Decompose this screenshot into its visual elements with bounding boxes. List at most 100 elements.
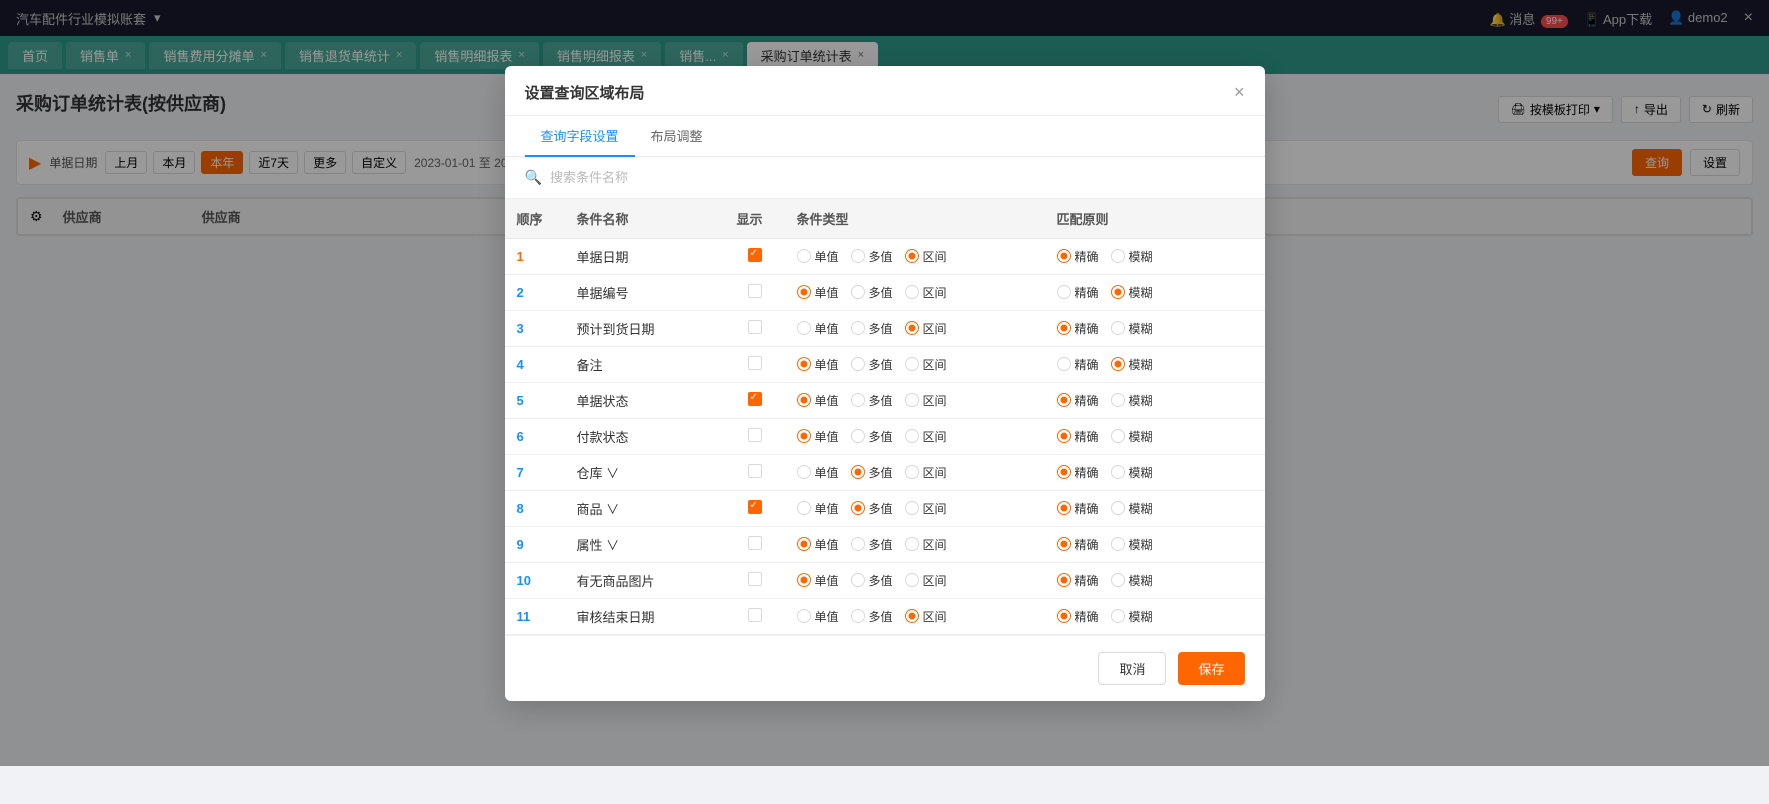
row-display-1[interactable]: [725, 274, 785, 310]
radio-match-模糊-9[interactable]: [1111, 573, 1125, 587]
radio-match-模糊-0[interactable]: [1111, 249, 1125, 263]
radio-type-多值-4[interactable]: [851, 393, 865, 407]
radio-type-单值-3[interactable]: [797, 357, 811, 371]
radio-type-区间-4[interactable]: [905, 393, 919, 407]
row-display-3[interactable]: [725, 346, 785, 382]
radio-type-单值-0[interactable]: [797, 249, 811, 263]
checkbox-1[interactable]: [748, 284, 762, 298]
radio-match-模糊-8[interactable]: [1111, 537, 1125, 551]
radio-type-区间-8[interactable]: [905, 537, 919, 551]
radio-match-模糊-5[interactable]: [1111, 429, 1125, 443]
condition-search-input[interactable]: [550, 170, 1245, 185]
table-row: 1单据日期单值多值区间精确模糊: [505, 238, 1265, 274]
radio-type-多值-8[interactable]: [851, 537, 865, 551]
radio-type-多值-1[interactable]: [851, 285, 865, 299]
dialog-close-btn[interactable]: ×: [1234, 82, 1245, 103]
checkbox-3[interactable]: [748, 356, 762, 370]
radio-type-多值-7[interactable]: [851, 501, 865, 515]
dialog-title: 设置查询区域布局: [525, 82, 645, 103]
radio-match-模糊-4[interactable]: [1111, 393, 1125, 407]
row-display-7[interactable]: [725, 490, 785, 526]
checkbox-5[interactable]: [748, 428, 762, 442]
radio-type-单值-9[interactable]: [797, 573, 811, 587]
save-btn[interactable]: 保存: [1178, 652, 1244, 685]
tab-query-fields[interactable]: 查询字段设置: [525, 116, 635, 157]
radio-type-区间-10[interactable]: [905, 609, 919, 623]
dialog-tab-bar: 查询字段设置 布局调整: [505, 116, 1265, 157]
radio-type-多值-2[interactable]: [851, 321, 865, 335]
radio-type-单值-8[interactable]: [797, 537, 811, 551]
row-type-1: 单值多值区间: [785, 274, 1045, 310]
radio-type-单值-5[interactable]: [797, 429, 811, 443]
row-display-2[interactable]: [725, 310, 785, 346]
checkbox-9[interactable]: [748, 572, 762, 586]
col-display: 显示: [725, 199, 785, 239]
radio-type-多值-9[interactable]: [851, 573, 865, 587]
row-match-2: 精确模糊: [1045, 310, 1265, 346]
row-display-10[interactable]: [725, 598, 785, 634]
table-row: 3预计到货日期单值多值区间精确模糊: [505, 310, 1265, 346]
row-display-8[interactable]: [725, 526, 785, 562]
row-match-7: 精确模糊: [1045, 490, 1265, 526]
radio-type-单值-10[interactable]: [797, 609, 811, 623]
radio-match-精确-4[interactable]: [1057, 393, 1071, 407]
table-row: 10有无商品图片单值多值区间精确模糊: [505, 562, 1265, 598]
row-name-2: 预计到货日期: [565, 310, 725, 346]
row-display-5[interactable]: [725, 418, 785, 454]
checkbox-2[interactable]: [748, 320, 762, 334]
row-match-4: 精确模糊: [1045, 382, 1265, 418]
radio-match-精确-0[interactable]: [1057, 249, 1071, 263]
radio-match-精确-10[interactable]: [1057, 609, 1071, 623]
radio-type-单值-1[interactable]: [797, 285, 811, 299]
radio-match-模糊-7[interactable]: [1111, 501, 1125, 515]
row-seq-2: 3: [517, 321, 524, 336]
radio-type-区间-6[interactable]: [905, 465, 919, 479]
radio-type-区间-3[interactable]: [905, 357, 919, 371]
radio-match-精确-6[interactable]: [1057, 465, 1071, 479]
radio-match-模糊-10[interactable]: [1111, 609, 1125, 623]
checkbox-6[interactable]: [748, 464, 762, 478]
radio-type-单值-4[interactable]: [797, 393, 811, 407]
radio-type-多值-5[interactable]: [851, 429, 865, 443]
radio-type-区间-0[interactable]: [905, 249, 919, 263]
row-match-3: 精确模糊: [1045, 346, 1265, 382]
radio-type-区间-9[interactable]: [905, 573, 919, 587]
radio-match-精确-1[interactable]: [1057, 285, 1071, 299]
radio-match-精确-3[interactable]: [1057, 357, 1071, 371]
checkbox-8[interactable]: [748, 536, 762, 550]
checkbox-4[interactable]: [748, 392, 762, 406]
radio-type-区间-5[interactable]: [905, 429, 919, 443]
radio-type-多值-10[interactable]: [851, 609, 865, 623]
radio-match-模糊-2[interactable]: [1111, 321, 1125, 335]
dialog-footer: 取消 保存: [505, 635, 1265, 701]
row-match-8: 精确模糊: [1045, 526, 1265, 562]
radio-type-单值-2[interactable]: [797, 321, 811, 335]
radio-type-多值-3[interactable]: [851, 357, 865, 371]
checkbox-10[interactable]: [748, 608, 762, 622]
radio-match-模糊-3[interactable]: [1111, 357, 1125, 371]
radio-type-区间-7[interactable]: [905, 501, 919, 515]
row-match-5: 精确模糊: [1045, 418, 1265, 454]
radio-type-多值-6[interactable]: [851, 465, 865, 479]
radio-match-精确-7[interactable]: [1057, 501, 1071, 515]
tab-layout-adjust[interactable]: 布局调整: [635, 116, 719, 157]
radio-match-精确-8[interactable]: [1057, 537, 1071, 551]
radio-match-精确-9[interactable]: [1057, 573, 1071, 587]
radio-type-多值-0[interactable]: [851, 249, 865, 263]
radio-match-模糊-6[interactable]: [1111, 465, 1125, 479]
row-display-6[interactable]: [725, 454, 785, 490]
radio-type-单值-6[interactable]: [797, 465, 811, 479]
checkbox-0[interactable]: [748, 248, 762, 262]
radio-type-区间-2[interactable]: [905, 321, 919, 335]
row-display-4[interactable]: [725, 382, 785, 418]
radio-match-精确-2[interactable]: [1057, 321, 1071, 335]
row-type-3: 单值多值区间: [785, 346, 1045, 382]
radio-match-模糊-1[interactable]: [1111, 285, 1125, 299]
radio-type-区间-1[interactable]: [905, 285, 919, 299]
cancel-btn[interactable]: 取消: [1098, 652, 1166, 685]
checkbox-7[interactable]: [748, 500, 762, 514]
row-display-0[interactable]: [725, 238, 785, 274]
radio-type-单值-7[interactable]: [797, 501, 811, 515]
radio-match-精确-5[interactable]: [1057, 429, 1071, 443]
row-display-9[interactable]: [725, 562, 785, 598]
